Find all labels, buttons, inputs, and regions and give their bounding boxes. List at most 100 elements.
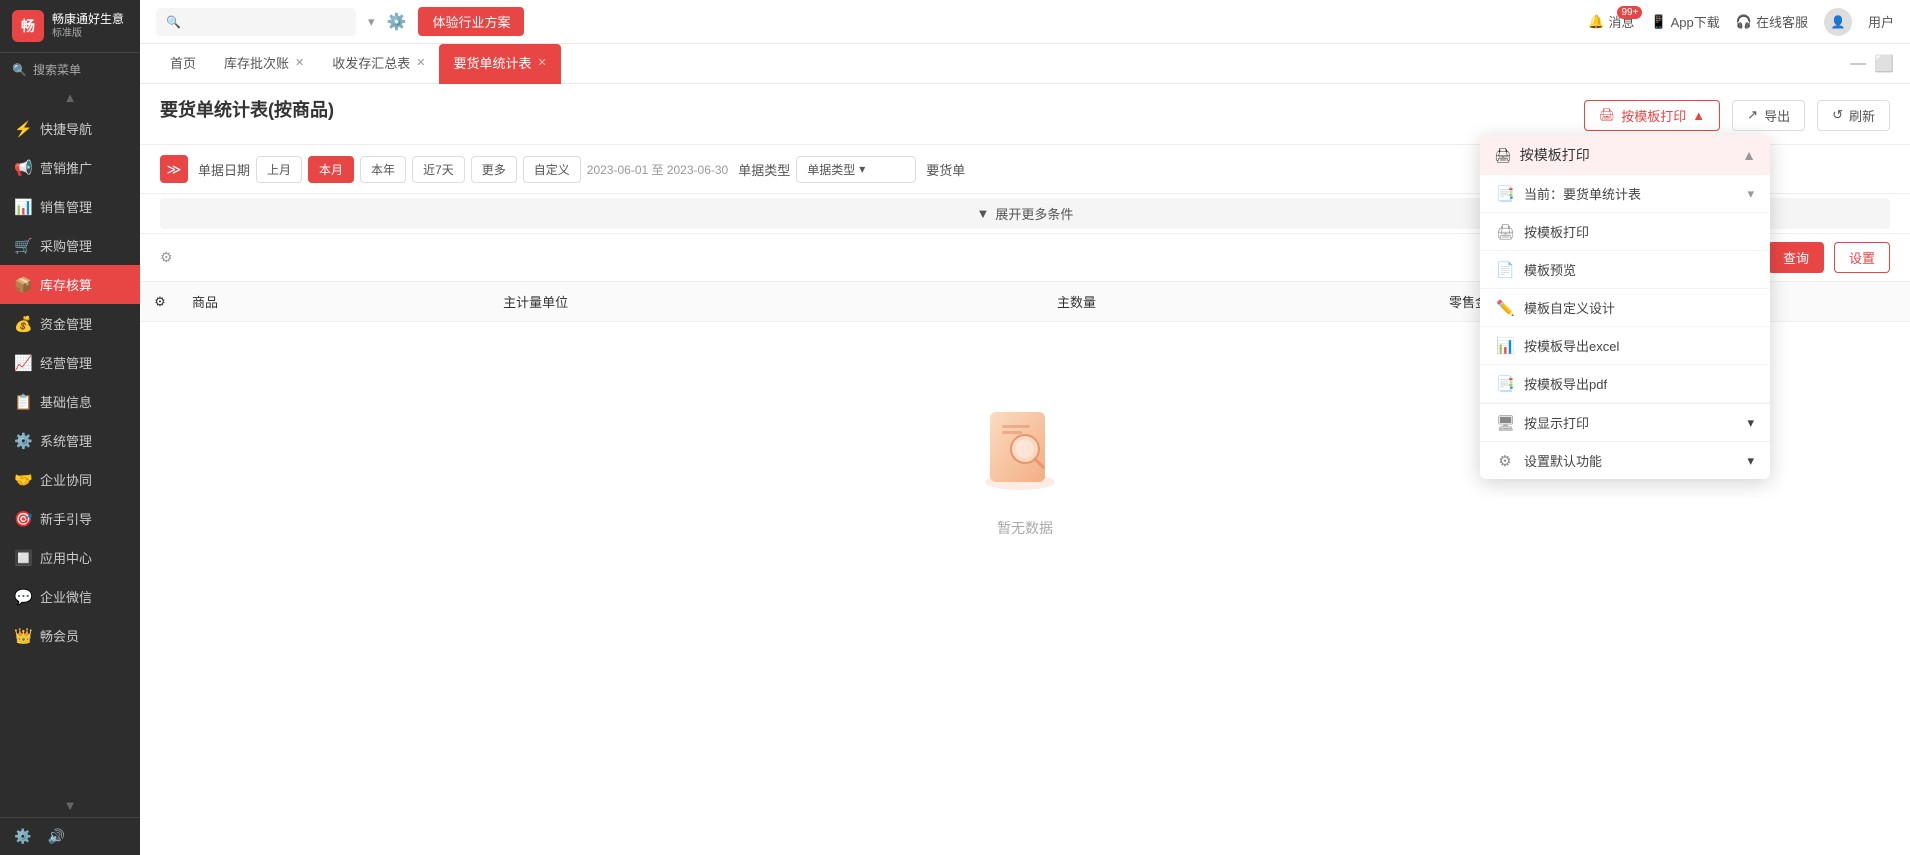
headset-icon: 🎧 [1736, 14, 1752, 30]
col-quantity: 主数量 [1045, 282, 1437, 322]
template-design-icon: ✏️ [1496, 299, 1514, 317]
notice-button[interactable]: 🔔 消息 99+ [1588, 12, 1634, 31]
sidebar-item-enterprise[interactable]: 🤝 企业协同 [0, 460, 140, 499]
sidebar-item-basics[interactable]: 📋 基础信息 [0, 382, 140, 421]
empty-text: 暂无数据 [997, 518, 1053, 538]
sidebar-bottom: ⚙️ 🔊 [0, 817, 140, 855]
tab-maximize-icon[interactable]: ⬜ [1874, 54, 1894, 74]
sidebar-item-quick-nav[interactable]: ⚡ 快捷导航 [0, 109, 140, 148]
refresh-icon: ↺ [1832, 107, 1843, 123]
print-icon: 🖨 [1599, 107, 1616, 123]
template-print-item[interactable]: 🖨 按模板打印 [1480, 213, 1770, 251]
type-select-arrow: ▾ [859, 162, 865, 176]
support-button[interactable]: 🎧 在线客服 [1736, 12, 1808, 31]
industry-solution-button[interactable]: 体验行业方案 [418, 7, 524, 36]
export-button[interactable]: ↗ 导出 [1732, 100, 1805, 131]
user-avatar[interactable]: 👤 [1824, 8, 1852, 36]
print-dropdown-close[interactable]: ▲ [1742, 147, 1756, 163]
operations-icon: 📈 [14, 354, 32, 372]
table-settings-button[interactable]: 设置 [1834, 242, 1890, 273]
sidebar-item-system[interactable]: ⚙️ 系统管理 [0, 421, 140, 460]
volume-icon[interactable]: 🔊 [47, 828, 64, 845]
filter-expand-button[interactable]: ≫ [160, 155, 188, 183]
sidebar-item-purchase[interactable]: 🛒 采购管理 [0, 226, 140, 265]
tab-batch-account[interactable]: 库存批次账 ✕ [210, 44, 318, 84]
date-custom[interactable]: 自定义 [523, 156, 581, 183]
app-download-button[interactable]: 📱 App下载 [1650, 12, 1719, 31]
current-arrow: ▾ [1747, 186, 1754, 202]
sidebar-item-guide[interactable]: 🎯 新手引导 [0, 499, 140, 538]
sidebar-search[interactable]: 🔍 搜索菜单 [0, 53, 140, 86]
tab-home[interactable]: 首页 [156, 44, 210, 84]
tab-minimize-icon[interactable]: — [1850, 55, 1866, 73]
template-preview-item[interactable]: 📄 模板预览 [1480, 251, 1770, 289]
topbar-gear-icon[interactable]: ⚙️ [387, 12, 407, 32]
default-settings-icon: ⚙ [1496, 452, 1514, 470]
notice-badge: 99+ [1617, 6, 1642, 19]
sidebar-item-apps[interactable]: 🔲 应用中心 [0, 538, 140, 577]
tab-close-batch[interactable]: ✕ [295, 56, 304, 69]
print-dropdown: 🖨 按模板打印 ▲ 📑 当前：要货单统计表 ▾ 🖨 按模板打印 📄 模板预览 ✏… [1480, 135, 1770, 479]
sidebar-item-finance[interactable]: 💰 资金管理 [0, 304, 140, 343]
sidebar-item-operations[interactable]: 📈 经营管理 [0, 343, 140, 382]
topbar-dropdown-icon[interactable]: ▾ [368, 14, 375, 30]
sidebar-item-member[interactable]: 👑 畅会员 [0, 616, 140, 655]
template-excel-item[interactable]: 📊 按模板导出excel [1480, 327, 1770, 365]
tabs-bar: 首页 库存批次账 ✕ 收发存汇总表 ✕ 要货单统计表 ✕ — ⬜ [140, 44, 1910, 84]
query-button[interactable]: 查询 [1768, 242, 1824, 273]
apps-icon: 🔲 [14, 549, 32, 567]
date-this-month[interactable]: 本月 [308, 156, 354, 183]
topbar-right: 🔔 消息 99+ 📱 App下载 🎧 在线客服 👤 用户 [1588, 8, 1894, 36]
sidebar-item-marketing[interactable]: 📢 营销推广 [0, 148, 140, 187]
display-print-arrow: ▾ [1747, 415, 1754, 431]
inventory-icon: 📦 [14, 276, 32, 294]
template-pdf-item[interactable]: 📑 按模板导出pdf [1480, 365, 1770, 403]
quick-nav-icon: ⚡ [14, 120, 32, 138]
sidebar-scroll-up[interactable]: ▲ [0, 86, 140, 109]
expand-more-icon: ▼ [977, 206, 990, 221]
date-7days[interactable]: 近7天 [412, 156, 465, 183]
order-filter-group: 要货单 [926, 160, 965, 179]
date-more[interactable]: 更多 [471, 156, 517, 183]
display-print-icon: 🖥 [1496, 414, 1514, 432]
sidebar-scroll-down[interactable]: ▼ [0, 794, 140, 817]
tab-close-order[interactable]: ✕ [538, 56, 547, 69]
settings-bottom-icon[interactable]: ⚙️ [14, 828, 31, 845]
type-filter-group: 单据类型 单据类型 ▾ [738, 156, 916, 183]
empty-illustration [975, 397, 1065, 497]
marketing-icon: 📢 [14, 159, 32, 177]
settings-col-icon[interactable]: ⚙ [160, 249, 173, 266]
notice-icon: 🔔 [1588, 14, 1604, 30]
topbar-search[interactable]: 🔍 [156, 8, 356, 36]
sidebar: 畅 畅康通好生意 标准版 🔍 搜索菜单 ▲ ⚡ 快捷导航 📢 营销推广 📊 销售… [0, 0, 140, 855]
date-this-year[interactable]: 本年 [360, 156, 406, 183]
topbar-search-icon: 🔍 [166, 15, 181, 29]
finance-icon: 💰 [14, 315, 32, 333]
date-range-display: 2023-06-01 至 2023-06-30 [587, 161, 728, 178]
print-template-button[interactable]: 🖨 按模板打印 ▲ [1584, 100, 1720, 131]
system-icon: ⚙️ [14, 432, 32, 450]
purchase-icon: 🛒 [14, 237, 32, 255]
default-settings-arrow: ▾ [1747, 453, 1754, 469]
date-last-month[interactable]: 上月 [256, 156, 302, 183]
display-print-section[interactable]: 🖥 按显示打印 ▾ [1480, 403, 1770, 441]
print-dropdown-title: 🖨 按模板打印 [1494, 145, 1590, 165]
sidebar-item-inventory[interactable]: 📦 库存核算 [0, 265, 140, 304]
refresh-button[interactable]: ↺ 刷新 [1817, 100, 1890, 131]
default-settings-section[interactable]: ⚙ 设置默认功能 ▾ [1480, 441, 1770, 479]
sidebar-item-wechat[interactable]: 💬 企业微信 [0, 577, 140, 616]
col-unit: 主计量单位 [491, 282, 1045, 322]
type-select[interactable]: 单据类型 ▾ [796, 156, 916, 183]
template-design-item[interactable]: ✏️ 模板自定义设计 [1480, 289, 1770, 327]
tab-order-stats[interactable]: 要货单统计表 ✕ [439, 44, 560, 84]
sidebar-item-sales[interactable]: 📊 销售管理 [0, 187, 140, 226]
template-pdf-icon: 📑 [1496, 375, 1514, 393]
current-template-icon: 📑 [1496, 185, 1514, 203]
print-dropdown-header[interactable]: 🖨 按模板打印 ▲ [1480, 135, 1770, 175]
tab-close-receipt[interactable]: ✕ [416, 56, 425, 69]
enterprise-icon: 🤝 [14, 471, 32, 489]
current-template-item[interactable]: 📑 当前：要货单统计表 ▾ [1480, 175, 1770, 213]
type-filter-label: 单据类型 [738, 160, 790, 179]
tab-receipt-summary[interactable]: 收发存汇总表 ✕ [318, 44, 439, 84]
col-settings[interactable]: ⚙ [140, 282, 180, 322]
